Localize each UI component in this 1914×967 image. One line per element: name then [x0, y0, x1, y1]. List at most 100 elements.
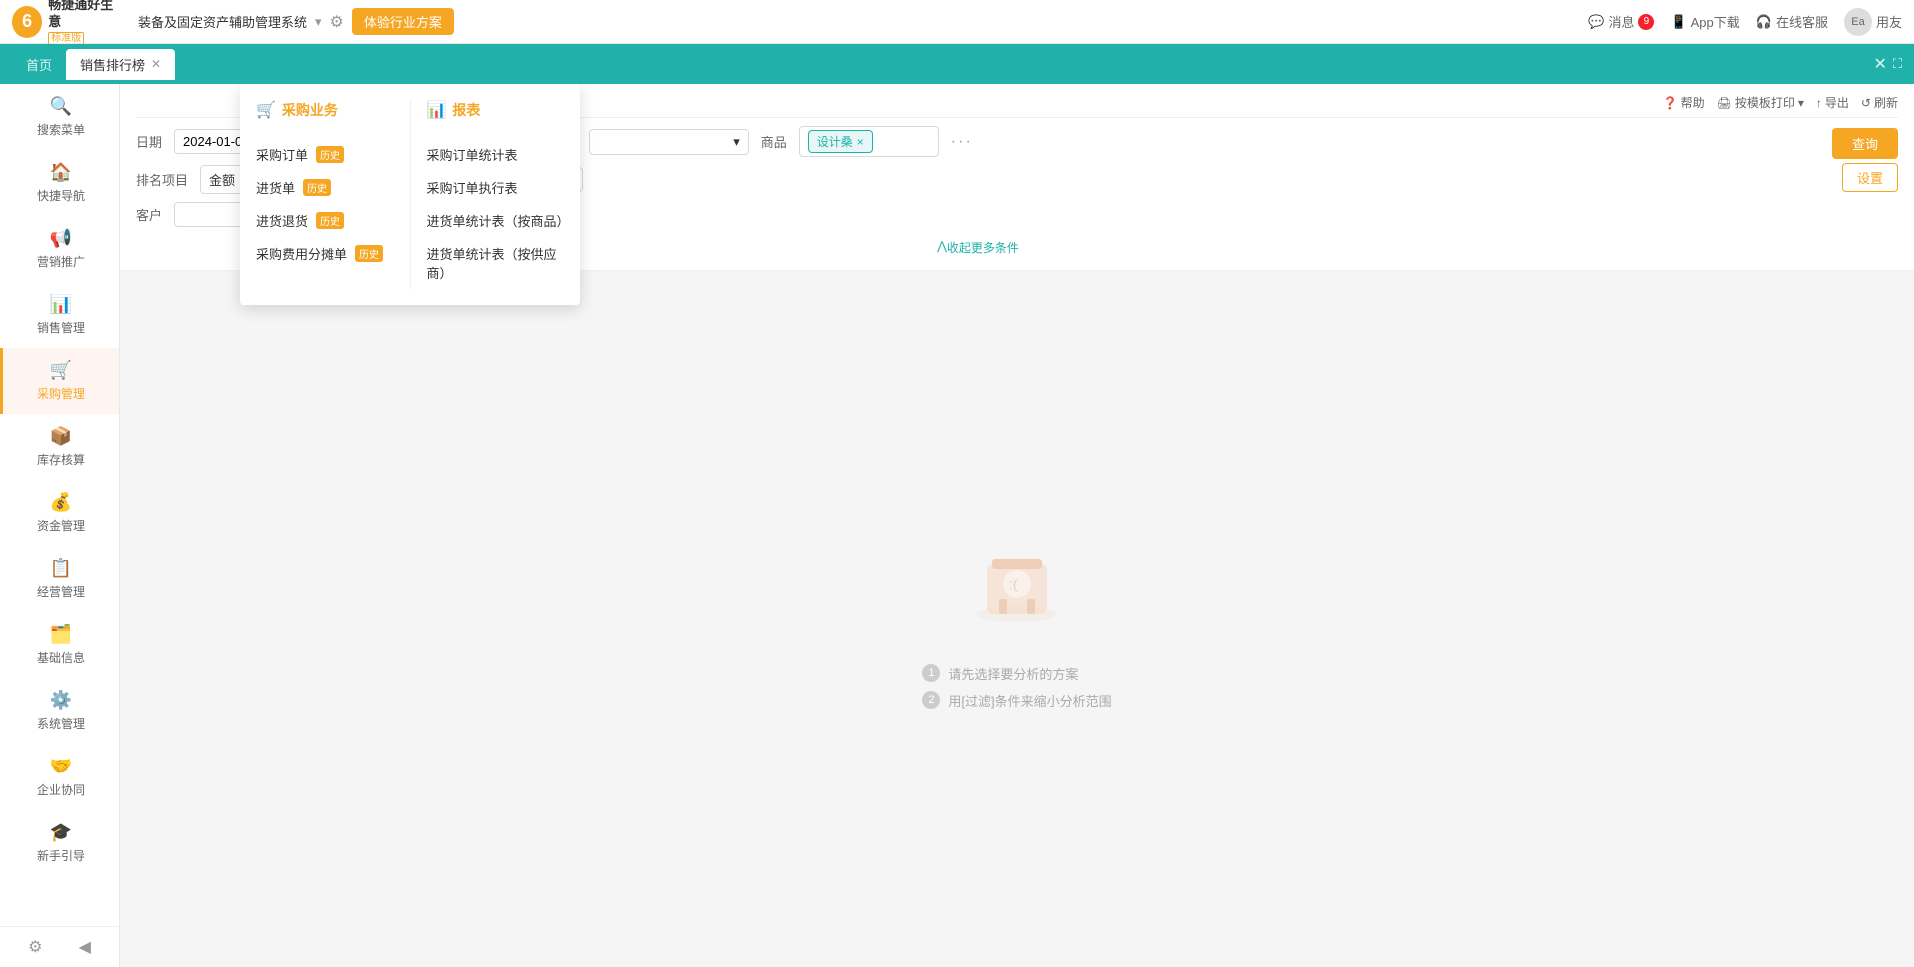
collapse-icon: ⋀ [937, 239, 947, 256]
sidebar: 🔍 搜索菜单 🏠 快捷导航 📢 营销推广 📊 销售管理 🛒 采购管理 📦 库存核… [0, 84, 120, 967]
sidebar-item-purchase[interactable]: 🛒 采购管理 [0, 348, 119, 414]
sidebar-item-search[interactable]: 🔍 搜索菜单 [0, 84, 119, 150]
history-badge-2: 历史 [303, 179, 331, 196]
print-link[interactable]: 🖨 按模板打印 ▾ [1717, 94, 1804, 111]
app-download-btn[interactable]: 📱 App下载 [1670, 12, 1739, 31]
dropdown-purchase-order-exec[interactable]: 采购订单执行表 [427, 171, 565, 204]
sys-dropdown-arrow[interactable]: ▾ [315, 14, 322, 30]
guide-icon: 🎓 [50, 822, 72, 843]
setting-button[interactable]: 设置 [1842, 163, 1898, 192]
inventory-icon: 📦 [50, 426, 72, 447]
date-label: 日期 [136, 132, 162, 151]
doc-status-dropdown-icon: ▾ [733, 134, 740, 150]
messages-btn[interactable]: 💬 消息 9 [1588, 12, 1654, 31]
user-menu-btn[interactable]: Ea 用友 [1844, 8, 1902, 36]
sidebar-item-enterprise[interactable]: 🤝 企业协同 [0, 744, 119, 810]
goods-field[interactable]: 设计桑 × [799, 126, 939, 157]
logo-area: 6 畅捷通好生意 标准版 [12, 0, 122, 46]
tab-home[interactable]: 首页 [12, 49, 66, 80]
dropdown-return-goods[interactable]: 进货退货 历史 [256, 204, 394, 237]
top-right: 💬 消息 9 📱 App下载 🎧 在线客服 Ea 用友 [1588, 8, 1902, 36]
rank-label: 排名项目 [136, 170, 188, 189]
svg-text::(: :( [1009, 576, 1018, 592]
sidebar-item-operations[interactable]: 📋 经营管理 [0, 546, 119, 612]
tab-sales-rank[interactable]: 销售排行榜 ✕ [66, 49, 175, 80]
dropdown-purchase-order-stat[interactable]: 采购订单统计表 [427, 138, 565, 171]
avatar: Ea [1844, 8, 1872, 36]
sidebar-item-quick-nav[interactable]: 🏠 快捷导航 [0, 150, 119, 216]
sidebar-collapse-btn[interactable]: ◀ [79, 937, 91, 957]
history-badge: 历史 [316, 146, 344, 163]
query-buttons: 查询 设置 [1832, 126, 1898, 260]
report-col: 📊 报表 采购订单统计表 采购订单执行表 进货单统计表（按商品） [427, 100, 565, 289]
sidebar-item-inventory[interactable]: 📦 库存核算 [0, 414, 119, 480]
hint-item-2: 2 用[过滤]条件来缩小分析范围 [922, 691, 1111, 710]
report-col-icon: 📊 [427, 100, 447, 120]
doc-status-select[interactable]: ▾ [589, 129, 749, 155]
query-button[interactable]: 查询 [1832, 128, 1898, 159]
dropdown-stock-in-stat-supplier[interactable]: 进货单统计表（按供应商） [427, 237, 565, 289]
history-badge-4: 历史 [355, 245, 383, 262]
phone-icon: 📱 [1670, 14, 1686, 30]
tab-sales-rank-close[interactable]: ✕ [151, 57, 161, 71]
help-link[interactable]: ❓ 帮助 [1663, 94, 1705, 111]
system-icon: ⚙️ [50, 690, 72, 711]
empty-illustration: :( [957, 529, 1077, 648]
sidebar-item-sales[interactable]: 📊 销售管理 [0, 282, 119, 348]
operations-icon: 📋 [50, 558, 72, 579]
sidebar-item-system[interactable]: ⚙️ 系统管理 [0, 678, 119, 744]
purchase-col-icon: 🛒 [256, 100, 276, 120]
purchase-col: 🛒 采购业务 采购订单 历史 进货单 历史 进货退货 [256, 100, 394, 289]
tab-close-all[interactable]: ✕ [1873, 54, 1886, 74]
enterprise-icon: 🤝 [50, 756, 72, 777]
sidebar-settings-btn[interactable]: ⚙ [28, 937, 42, 957]
sidebar-item-marketing[interactable]: 📢 营销推广 [0, 216, 119, 282]
top-center: 装备及固定资产辅助管理系统 ▾ ⚙ 体验行业方案 [122, 8, 1588, 35]
purchase-icon: 🛒 [50, 360, 72, 381]
home-icon: 🏠 [50, 162, 72, 183]
dropdown-menu: 🛒 采购业务 采购订单 历史 进货单 历史 进货退货 [240, 84, 580, 305]
customer-label: 客户 [136, 205, 162, 224]
dropdown-purchase-order[interactable]: 采购订单 历史 [256, 138, 394, 171]
online-service-btn[interactable]: 🎧 在线客服 [1756, 12, 1828, 31]
tab-home-label: 首页 [26, 55, 52, 74]
goods-label: 商品 [761, 132, 787, 151]
sidebar-item-guide[interactable]: 🎓 新手引导 [0, 810, 119, 876]
tab-sales-rank-label: 销售排行榜 [80, 55, 145, 74]
empty-hint: 1 请先选择要分析的方案 2 用[过滤]条件来缩小分析范围 [922, 664, 1111, 710]
report-col-header: 📊 报表 [427, 100, 565, 126]
sidebar-item-basic-info[interactable]: 🗂️ 基础信息 [0, 612, 119, 678]
tab-bar: 首页 销售排行榜 ✕ ✕ ⛶ [0, 44, 1914, 84]
headset-icon: 🎧 [1756, 14, 1772, 30]
goods-more-btn[interactable]: ··· [951, 133, 973, 151]
sys-name: 装备及固定资产辅助管理系统 [138, 12, 307, 31]
settings-icon[interactable]: ⚙ [330, 12, 344, 32]
basic-info-icon: 🗂️ [50, 624, 72, 645]
main-layout: 🔍 搜索菜单 🏠 快捷导航 📢 营销推广 📊 销售管理 🛒 采购管理 📦 库存核… [0, 84, 1914, 967]
sales-icon: 📊 [50, 294, 72, 315]
sidebar-item-capital[interactable]: 💰 资金管理 [0, 480, 119, 546]
dropdown-columns: 🛒 采购业务 采购订单 历史 进货单 历史 进货退货 [256, 100, 564, 289]
dropdown-stock-in-stat-goods[interactable]: 进货单统计表（按商品） [427, 204, 565, 237]
dropdown-divider [410, 100, 411, 289]
content-area: ❓ 帮助 🖨 按模板打印 ▾ ↑ 导出 ↺ 刷新 [120, 84, 1914, 967]
help-icon: ❓ [1663, 96, 1678, 110]
search-icon: 🔍 [50, 96, 72, 117]
refresh-link[interactable]: ↺ 刷新 [1861, 94, 1898, 111]
export-link[interactable]: ↑ 导出 [1816, 94, 1849, 111]
dropdown-purchase-fee[interactable]: 采购费用分摊单 历史 [256, 237, 394, 270]
sidebar-bottom: ⚙ ◀ [0, 926, 119, 967]
empty-state: :( 1 请先选择要分析的方案 2 用[过滤]条件来缩小分析范围 [120, 271, 1914, 967]
purchase-col-header: 🛒 采购业务 [256, 100, 394, 126]
industry-btn[interactable]: 体验行业方案 [352, 8, 454, 35]
goods-tag-close[interactable]: × [857, 135, 864, 149]
refresh-icon: ↺ [1861, 96, 1871, 110]
logo-text: 畅捷通好生意 标准版 [48, 0, 122, 46]
print-dropdown-icon: ▾ [1798, 96, 1804, 110]
hint-item-1: 1 请先选择要分析的方案 [922, 664, 1111, 683]
tab-maximize[interactable]: ⛶ [1893, 56, 1902, 72]
dropdown-stock-in[interactable]: 进货单 历史 [256, 171, 394, 204]
history-badge-3: 历史 [316, 212, 344, 229]
export-icon: ↑ [1816, 96, 1822, 110]
print-icon: 🖨 [1717, 96, 1732, 110]
